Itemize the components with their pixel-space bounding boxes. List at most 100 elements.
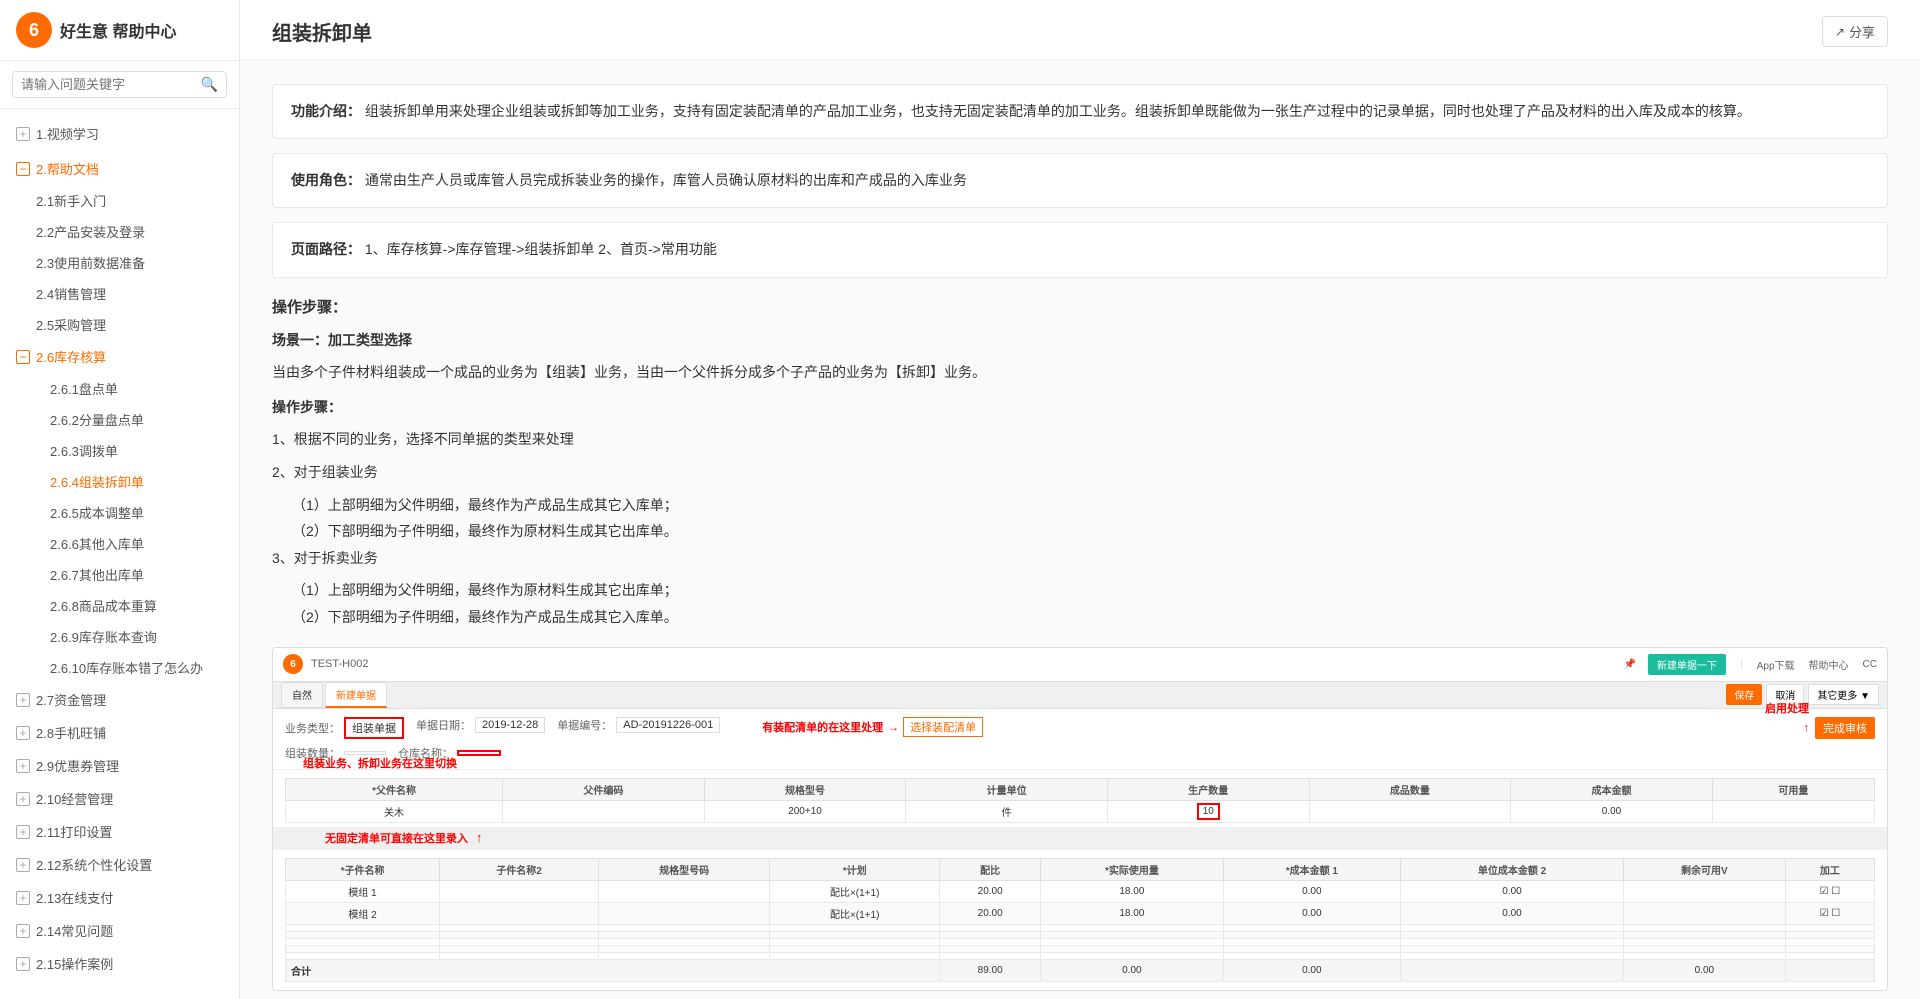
sidebar-item-24[interactable]: 2.4销售管理 <box>0 278 239 309</box>
mock-type-label: 业务类型： <box>285 720 340 736</box>
mock-date-label: 单据日期： <box>416 717 471 733</box>
sidebar-item-213[interactable]: + 2.13在线支付 <box>0 881 239 914</box>
mock-col-cost-amt: 成本金额 <box>1511 778 1713 800</box>
sidebar-item-263[interactable]: 2.6.3调拨单 <box>0 435 239 466</box>
mock-type-value: 组装单据 <box>344 717 404 739</box>
sidebar-item-21[interactable]: 2.1新手入门 <box>0 185 239 216</box>
sidebar-item-215[interactable]: + 2.15操作案例 <box>0 947 239 980</box>
sidebar-item-262[interactable]: 2.6.2分量盘点单 <box>0 404 239 435</box>
annotation-process-text: 启用处理 <box>1765 700 1809 716</box>
mock-process-section: 启用处理 ↑ 完成审核 <box>1804 717 1876 739</box>
collapse-icon-26: − <box>16 350 30 364</box>
operation-steps-section: 操作步骤： 场景一：加工类型选择 当由多个子件材料组装成一个成品的业务为【组装】… <box>272 296 1888 631</box>
sidebar-item-label-213: 2.13在线支付 <box>36 888 113 907</box>
mock-lower-row-5 <box>286 938 1875 945</box>
mock-lower-table-area: *子件名称 子件名称2 规格型号码 *计划 配比 *实际使用量 *成本金额 1 … <box>273 850 1887 990</box>
main-header: 组装拆卸单 ↗ 分享 <box>240 0 1920 60</box>
search-icon[interactable]: 🔍 <box>201 76 218 93</box>
search-area: 🔍 <box>0 61 239 109</box>
mock-col-available: 可用量 <box>1712 778 1874 800</box>
mock-col-parent-name: *父件名称 <box>286 778 503 800</box>
screenshot-container: 6 TEST-H002 📌 新建单据一下 | App下载 帮助中心 CC 自然 <box>272 647 1888 991</box>
sidebar-item-label-214: 2.14常见问题 <box>36 921 113 940</box>
mock-order-label: 单据编号： <box>557 717 612 733</box>
step3-1: （1）上部明细为父件明细，最终作为原材料生成其它出库单； <box>272 577 1888 604</box>
sidebar-item-26[interactable]: − 2.6库存核算 <box>0 340 239 373</box>
step2-2: （2）下部明细为子件明细，最终作为原材料生成其它出库单。 <box>272 518 1888 545</box>
mock-col-child-name: *子件名称 <box>286 858 440 880</box>
expand-icon-28: + <box>16 726 30 740</box>
sidebar-item-29[interactable]: + 2.9优惠券管理 <box>0 749 239 782</box>
expand-icon-video: + <box>16 127 30 141</box>
sidebar-item-label-27: 2.7资金管理 <box>36 690 106 709</box>
feature-intro-block: 功能介绍： 组装拆卸单用来处理企业组装或拆卸等加工业务，支持有固定装配清单的产品… <box>272 84 1888 139</box>
mock-annotation-nobom-area: 无固定清单可直接在这里录入 ↑ <box>273 827 1887 850</box>
step3: 3、对于拆卖业务 <box>272 545 1888 572</box>
sidebar-item-2610[interactable]: 2.6.10库存账本错了怎么办 <box>0 652 239 683</box>
sidebar-item-label-26: 2.6库存核算 <box>36 347 106 366</box>
mock-pin-icon: 📌 <box>1623 659 1635 670</box>
mock-col-spec: 规格型号 <box>704 778 906 800</box>
sidebar-item-210[interactable]: + 2.10经营管理 <box>0 782 239 815</box>
mock-date-value: 2019-12-28 <box>475 717 545 733</box>
logo-area: 6 好生意 帮助中心 <box>0 0 239 61</box>
mock-confirm-btn[interactable]: 完成审核 <box>1815 717 1875 739</box>
step3-2: （2）下部明细为子件明细，最终作为产成品生成其它入库单。 <box>272 604 1888 631</box>
expand-icon-29: + <box>16 759 30 773</box>
sidebar-item-25[interactable]: 2.5采购管理 <box>0 309 239 340</box>
mock-bom-dropdown: 选择装配清单 <box>903 717 983 737</box>
mock-upper-table-area: *父件名称 父件编码 规格型号 计量单位 生产数量 成品数量 成本金额 可用量 <box>273 770 1887 827</box>
sidebar-item-269[interactable]: 2.6.9库存账本查询 <box>0 621 239 652</box>
expand-icon-27: + <box>16 693 30 707</box>
sidebar-item-27[interactable]: + 2.7资金管理 <box>0 683 239 716</box>
sidebar-item-261[interactable]: 2.6.1盘点单 <box>0 373 239 404</box>
sidebar-item-label-212: 2.12系统个性化设置 <box>36 855 152 874</box>
user-role-text: 使用角色： 通常由生产人员或库管人员完成拆装业务的操作，库管人员确认原材料的出库… <box>291 168 1869 193</box>
sidebar-item-docs[interactable]: − 2.帮助文档 <box>0 152 239 185</box>
sidebar-item-268[interactable]: 2.6.8商品成本重算 <box>0 590 239 621</box>
mock-top-bar: 6 TEST-H002 📌 新建单据一下 | App下载 帮助中心 CC <box>273 648 1887 682</box>
mock-tab-new[interactable]: 新建单据 <box>325 682 387 708</box>
sidebar-item-265[interactable]: 2.6.5成本调整单 <box>0 497 239 528</box>
mock-col-produce-qty: 生产数量 <box>1107 778 1309 800</box>
sidebar-item-22[interactable]: 2.2产品安装及登录 <box>0 216 239 247</box>
mock-cell-child-2: 模组 2 <box>286 902 440 924</box>
mock-cell-product-qty-1 <box>1309 800 1511 822</box>
annotation-type-text: 组装业务、拆卸业务在这里切换 <box>303 755 457 771</box>
mock-more-btn[interactable]: 其它更多 ▼ <box>1808 684 1879 705</box>
mock-lower-row-2: 模组 2 配比×(1+1) 20.00 18.00 0.00 0.00 ☑ ☐ <box>286 902 1875 924</box>
sidebar: 6 好生意 帮助中心 🔍 + 1.视频学习 − 2.帮助文档 2.1新手入门 <box>0 0 240 999</box>
sidebar-item-267[interactable]: 2.6.7其他出库单 <box>0 559 239 590</box>
expand-icon-215: + <box>16 957 30 971</box>
sidebar-item-211[interactable]: + 2.11打印设置 <box>0 815 239 848</box>
mock-screenshot: 6 TEST-H002 📌 新建单据一下 | App下载 帮助中心 CC 自然 <box>273 648 1887 990</box>
share-button[interactable]: ↗ 分享 <box>1822 16 1888 47</box>
sidebar-item-266[interactable]: 2.6.6其他入库单 <box>0 528 239 559</box>
step1: 1、根据不同的业务，选择不同单据的类型来处理 <box>272 426 1888 453</box>
mock-cell-prod-qty-1: 10 <box>1107 800 1309 822</box>
sidebar-item-label-211: 2.11打印设置 <box>36 822 112 841</box>
sidebar-item-212[interactable]: + 2.12系统个性化设置 <box>0 848 239 881</box>
sidebar-item-264[interactable]: 2.6.4组装拆卸单 <box>0 466 239 497</box>
mock-col-child-spec: 规格型号码 <box>599 858 770 880</box>
mock-col-actual: *实际使用量 <box>1041 858 1223 880</box>
mock-col-plan: *计划 <box>770 858 940 880</box>
sidebar-item-23[interactable]: 2.3使用前数据准备 <box>0 247 239 278</box>
feature-intro-text: 功能介绍： 组装拆卸单用来处理企业组装或拆卸等加工业务，支持有固定装配清单的产品… <box>291 99 1869 124</box>
mock-col-process: 加工 <box>1785 858 1874 880</box>
mock-new-btn[interactable]: 新建单据一下 <box>1648 654 1726 675</box>
collapse-icon-docs: − <box>16 162 30 176</box>
mock-col-parent-code: 父件编码 <box>503 778 705 800</box>
sidebar-item-28[interactable]: + 2.8手机旺铺 <box>0 716 239 749</box>
sidebar-item-video[interactable]: + 1.视频学习 <box>0 117 239 150</box>
mock-cell-unit-1: 件 <box>906 800 1108 822</box>
mock-tab-home[interactable]: 自然 <box>281 682 323 708</box>
sidebar-item-214[interactable]: + 2.14常见问题 <box>0 914 239 947</box>
search-input[interactable] <box>21 77 201 92</box>
logo-icon: 6 <box>16 12 52 48</box>
user-role-block: 使用角色： 通常由生产人员或库管人员完成拆装业务的操作，库管人员确认原材料的出库… <box>272 153 1888 208</box>
mock-warehouse-value <box>457 750 501 756</box>
mock-save-btn[interactable]: 保存 <box>1726 684 1762 705</box>
logo-text: 好生意 帮助中心 <box>60 18 176 42</box>
mock-form-area: 业务类型： 组装单据 单据日期： 2019-12-28 单据编号： AD-201… <box>273 709 1887 770</box>
